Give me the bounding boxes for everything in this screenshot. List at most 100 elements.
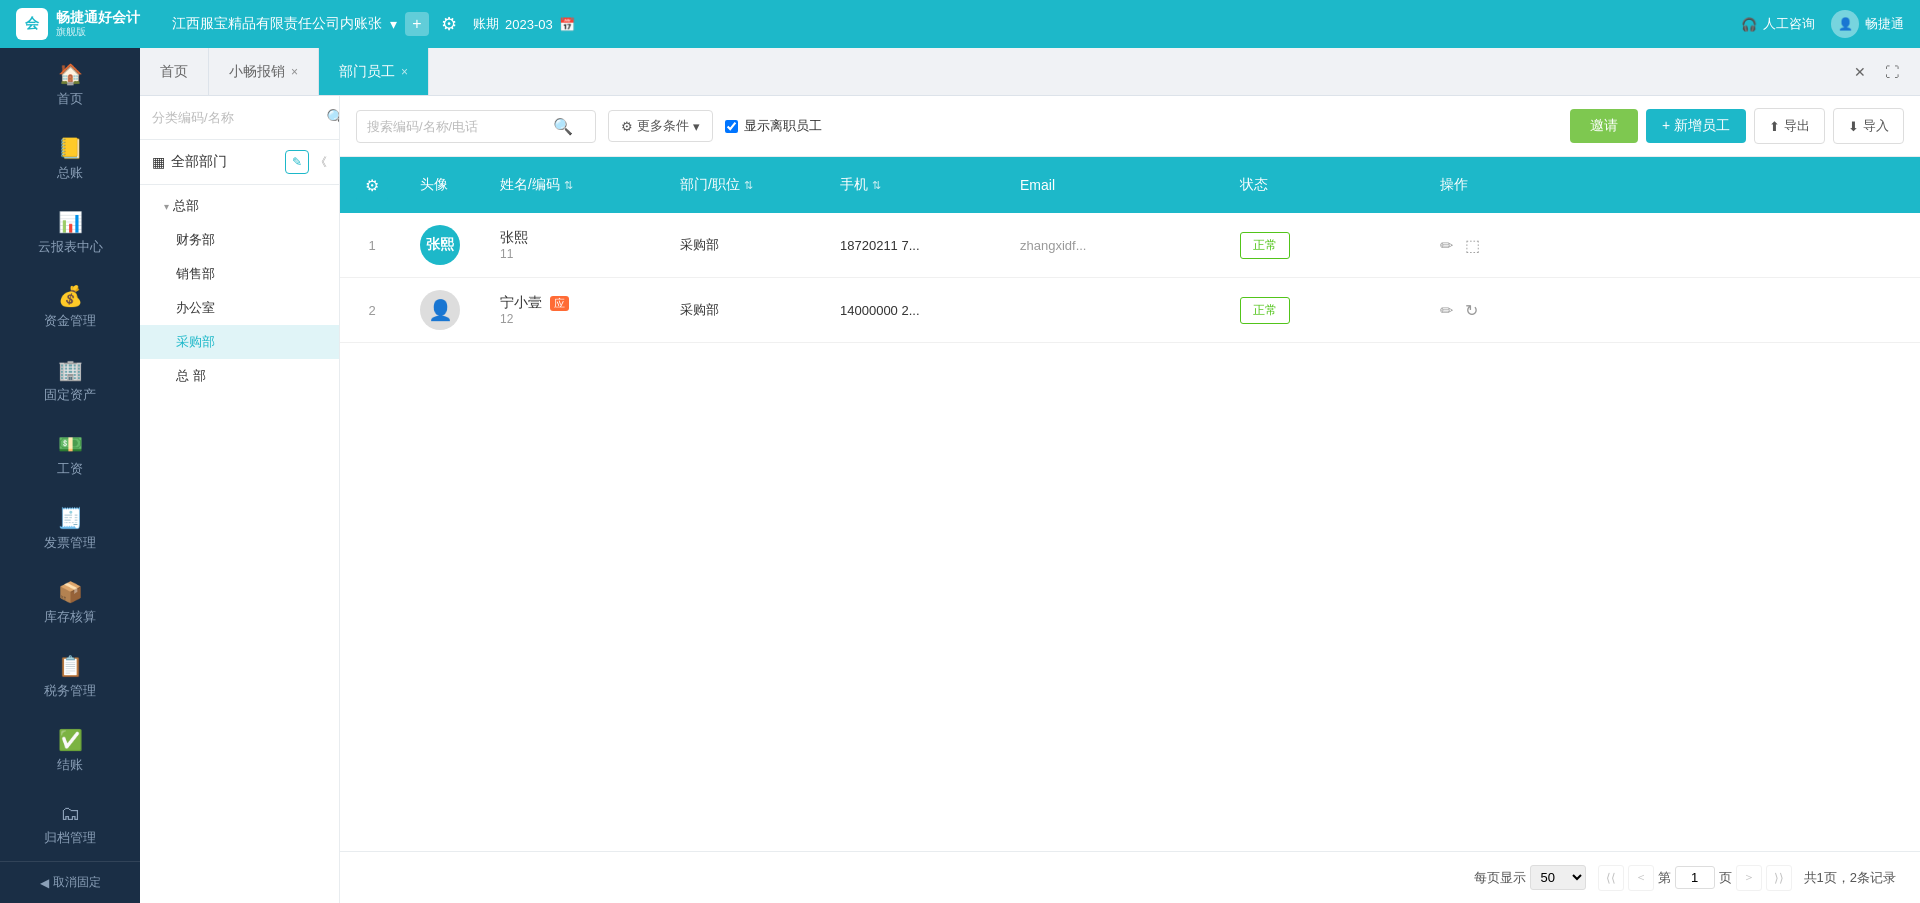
chevron-down-icon: ▾ xyxy=(693,119,700,134)
page-size-select[interactable]: 10 20 50 100 xyxy=(1530,865,1586,890)
col-dept-position[interactable]: 部门/职位 ⇅ xyxy=(664,157,824,213)
row-status: 正常 xyxy=(1224,213,1424,278)
edit-button[interactable]: ✏ xyxy=(1440,301,1453,320)
more-filter-button[interactable]: ⚙ 更多条件 ▾ xyxy=(608,110,713,142)
prev-page-button[interactable]: ＜ xyxy=(1628,865,1654,891)
sidebar-item-ledger[interactable]: 📒 总账 xyxy=(0,122,140,196)
add-company-button[interactable]: + xyxy=(405,12,429,36)
emp-search-input[interactable] xyxy=(367,119,547,134)
sidebar-item-label: 资金管理 xyxy=(44,312,96,330)
sidebar-item-inventory[interactable]: 📦 库存核算 xyxy=(0,566,140,640)
status-badge: 正常 xyxy=(1240,232,1290,259)
gear-icon[interactable]: ⚙ xyxy=(441,13,457,35)
user-menu[interactable]: 👤 畅捷通 xyxy=(1831,10,1904,38)
sidebar-item-salary[interactable]: 💵 工资 xyxy=(0,418,140,492)
col-actions: 操作 xyxy=(1424,157,1920,213)
invite-button[interactable]: 邀请 xyxy=(1570,109,1638,143)
import-button[interactable]: ⬇ 导入 xyxy=(1833,108,1904,144)
table-gear-icon[interactable]: ⚙ xyxy=(356,169,388,201)
employee-panel: 🔍 ⚙ 更多条件 ▾ 显示离职员工 邀请 xyxy=(340,96,1920,903)
search-icon[interactable]: 🔍 xyxy=(326,108,340,127)
avatar: 👤 xyxy=(1831,10,1859,38)
dept-collapse-button[interactable]: 《 xyxy=(315,154,327,171)
sidebar-item-label: 固定资产 xyxy=(44,386,96,404)
close-tab-dept-emp[interactable]: × xyxy=(401,65,408,79)
show-leave-checkbox-label[interactable]: 显示离职员工 xyxy=(725,117,822,135)
sidebar-item-closing[interactable]: ✅ 结账 xyxy=(0,714,140,788)
sort-icon: ⇅ xyxy=(872,179,881,191)
tab-bar: 首页 小畅报销 × 部门员工 × ✕ ⛶ xyxy=(140,48,1920,96)
total-records: 共1页，2条记录 xyxy=(1804,869,1896,887)
service-button[interactable]: 🎧 人工咨询 xyxy=(1741,15,1815,33)
export-button[interactable]: ⬆ 导出 xyxy=(1754,108,1825,144)
row-avatar-cell: 👤 xyxy=(404,278,484,343)
edit-button[interactable]: ✏ xyxy=(1440,236,1453,255)
dept-search-input[interactable] xyxy=(152,110,320,125)
sidebar-item-label: 工资 xyxy=(57,460,83,478)
status-badge: 正常 xyxy=(1240,297,1290,324)
tab-home[interactable]: 首页 xyxy=(140,48,209,95)
dept-node-head[interactable]: ▾ 总部 xyxy=(140,189,339,223)
sidebar-item-archive[interactable]: 🗂 归档管理 xyxy=(0,788,140,861)
emp-search-box: 🔍 xyxy=(356,110,596,143)
page-navigation: ⟨⟨ ＜ 第 页 ＞ ⟩⟩ xyxy=(1598,865,1792,891)
logo-area: 会 畅捷通好会计 旗舰版 xyxy=(16,8,156,40)
sidebar-item-label: 结账 xyxy=(57,756,83,774)
col-name-code[interactable]: 姓名/编码 ⇅ xyxy=(484,157,664,213)
sidebar-item-tax[interactable]: 📋 税务管理 xyxy=(0,640,140,714)
company-selector[interactable]: 江西服宝精品有限责任公司内账张 ▾ xyxy=(172,15,397,33)
sidebar-item-funds[interactable]: 💰 资金管理 xyxy=(0,270,140,344)
pagination: 每页显示 10 20 50 100 ⟨⟨ ＜ 第 页 xyxy=(340,851,1920,903)
add-employee-button[interactable]: + 新增员工 xyxy=(1646,109,1746,143)
chevron-down-icon: ▾ xyxy=(390,16,397,32)
dept-node-office[interactable]: 办公室 xyxy=(140,291,339,325)
row-name-code: 张熙 11 xyxy=(484,213,664,278)
dept-node-general[interactable]: 总 部 xyxy=(140,359,339,393)
tab-dept-emp[interactable]: 部门员工 × xyxy=(319,48,429,95)
logout-button[interactable]: ⬚ xyxy=(1465,236,1480,255)
col-settings[interactable]: ⚙ xyxy=(340,157,404,213)
dept-node-sales[interactable]: 销售部 xyxy=(140,257,339,291)
refresh-button[interactable]: ↻ xyxy=(1465,301,1478,320)
pending-badge: 应 xyxy=(550,296,569,311)
maximize-window-button[interactable]: ⛶ xyxy=(1880,60,1904,84)
import-icon: ⬇ xyxy=(1848,119,1859,134)
close-window-button[interactable]: ✕ xyxy=(1848,60,1872,84)
sidebar-item-label: 云报表中心 xyxy=(38,238,103,256)
dept-edit-button[interactable]: ✎ xyxy=(285,150,309,174)
sort-icon: ⇅ xyxy=(744,179,753,191)
invoice-icon: 🧾 xyxy=(58,506,83,530)
cancel-fixed-button[interactable]: ◀ 取消固定 xyxy=(0,861,140,903)
all-dept-header[interactable]: ▦ 全部部门 ✎ 《 xyxy=(140,140,339,185)
dept-node-finance[interactable]: 财务部 xyxy=(140,223,339,257)
inventory-icon: 📦 xyxy=(58,580,83,604)
first-page-button[interactable]: ⟨⟨ xyxy=(1598,865,1624,891)
col-phone[interactable]: 手机 ⇅ xyxy=(824,157,1004,213)
dept-search-area: 🔍 xyxy=(140,96,339,140)
dept-node-purchase[interactable]: 采购部 xyxy=(140,325,339,359)
sidebar-item-label: 库存核算 xyxy=(44,608,96,626)
close-tab-expense[interactable]: × xyxy=(291,65,298,79)
last-page-button[interactable]: ⟩⟩ xyxy=(1766,865,1792,891)
row-email xyxy=(1004,278,1224,343)
calendar-icon[interactable]: 📅 xyxy=(559,17,575,32)
filter-icon: ⚙ xyxy=(621,119,633,134)
row-status: 正常 xyxy=(1224,278,1424,343)
salary-icon: 💵 xyxy=(58,432,83,456)
tab-expense[interactable]: 小畅报销 × xyxy=(209,48,319,95)
home-icon: 🏠 xyxy=(58,62,83,86)
sidebar-item-invoice[interactable]: 🧾 发票管理 xyxy=(0,492,140,566)
show-leave-checkbox[interactable] xyxy=(725,120,738,133)
export-icon: ⬆ xyxy=(1769,119,1780,134)
sort-icon: ⇅ xyxy=(564,179,573,191)
sidebar-item-home[interactable]: 🏠 首页 xyxy=(0,48,140,122)
emp-toolbar: 🔍 ⚙ 更多条件 ▾ 显示离职员工 邀请 xyxy=(340,96,1920,157)
page-number-input[interactable] xyxy=(1675,866,1715,889)
emp-table: ⚙ 头像 姓名/编码 ⇅ 部门/职位 xyxy=(340,157,1920,851)
sidebar-item-assets[interactable]: 🏢 固定资产 xyxy=(0,344,140,418)
chevron-down-icon: ▾ xyxy=(164,201,169,212)
headphone-icon: 🎧 xyxy=(1741,17,1757,32)
search-icon[interactable]: 🔍 xyxy=(553,117,573,136)
next-page-button[interactable]: ＞ xyxy=(1736,865,1762,891)
sidebar-item-reports[interactable]: 📊 云报表中心 xyxy=(0,196,140,270)
